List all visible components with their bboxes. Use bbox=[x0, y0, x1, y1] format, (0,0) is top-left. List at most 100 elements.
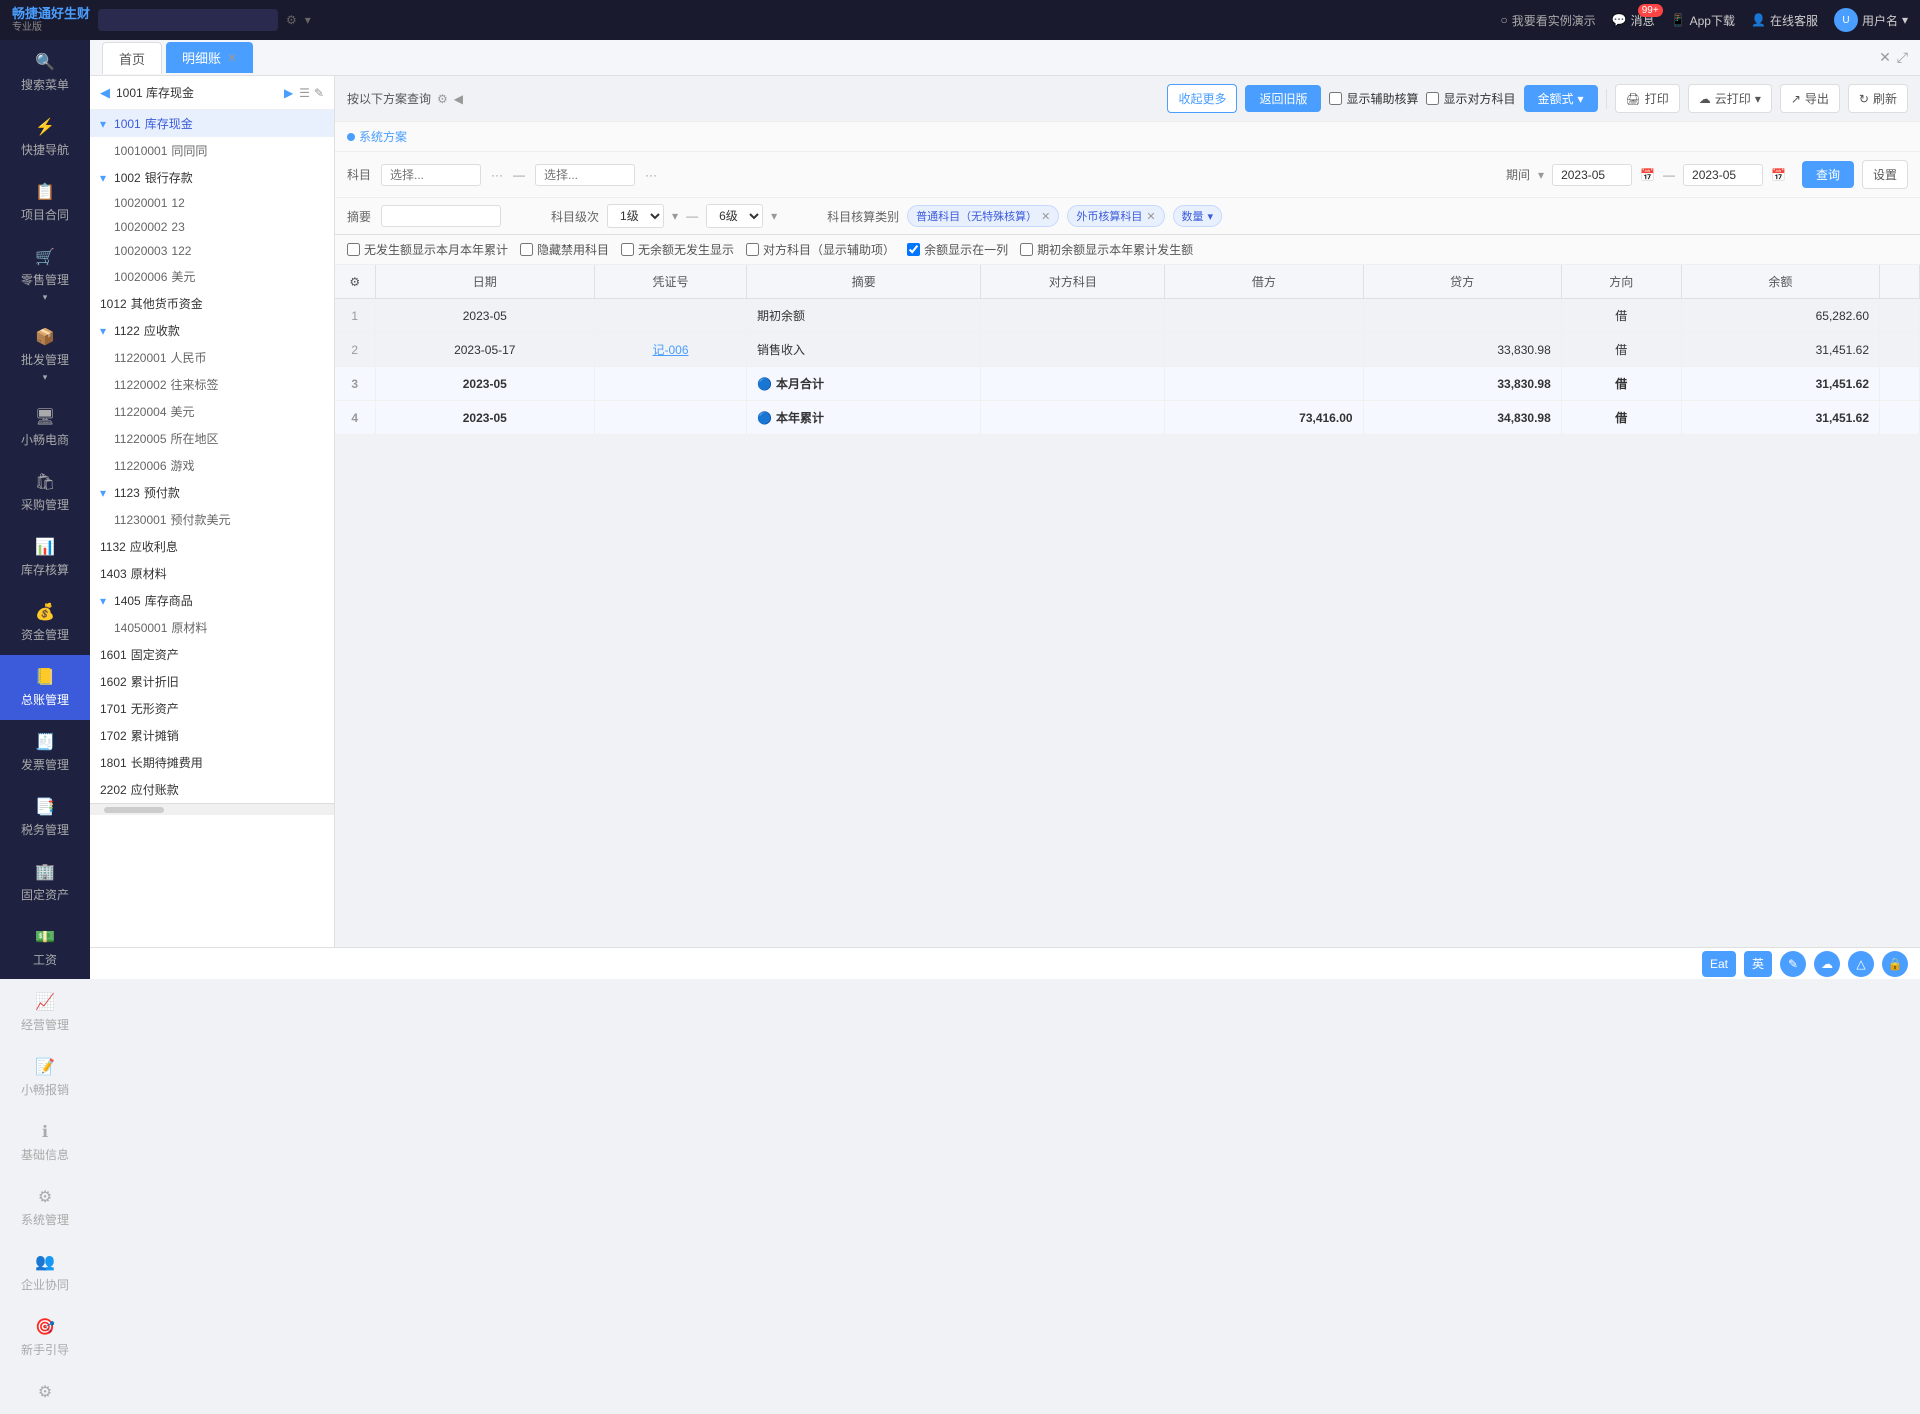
filter-left-icon[interactable]: ◀ bbox=[454, 92, 463, 106]
system-scheme-btn[interactable]: 系统方案 bbox=[347, 128, 407, 145]
check-no-balance[interactable]: 无发生额显示本月本年累计 bbox=[347, 241, 508, 258]
subject-input-start[interactable] bbox=[381, 164, 481, 186]
sidebar-item-settings[interactable]: ⚙ bbox=[0, 1370, 90, 1414]
period-cal-icon1[interactable]: 📅 bbox=[1640, 168, 1655, 182]
sidebar-item-salary[interactable]: 💵 工资 bbox=[0, 915, 90, 980]
sidebar-item-system[interactable]: ⚙ 系统管理 bbox=[0, 1175, 90, 1240]
period-end-input[interactable] bbox=[1683, 164, 1763, 186]
tree-node-11220004[interactable]: 11220004 美元 bbox=[90, 398, 334, 425]
sidebar-item-info[interactable]: ℹ 基础信息 bbox=[0, 1110, 90, 1175]
summary-input[interactable] bbox=[381, 205, 501, 227]
sidebar-item-inventory[interactable]: 📊 库存核算 bbox=[0, 525, 90, 590]
tree-edit-icon[interactable]: ✎ bbox=[314, 86, 324, 100]
type-tag3[interactable]: 数量 ▾ bbox=[1173, 205, 1223, 227]
tree-node-10020002[interactable]: 10020002 23 bbox=[90, 215, 334, 239]
tag1-close[interactable]: ✕ bbox=[1041, 210, 1050, 223]
settings-btn[interactable]: 设置 bbox=[1862, 160, 1908, 189]
message-action[interactable]: 💬 消息 99+ bbox=[1612, 12, 1655, 29]
level-to-select[interactable]: 6级 bbox=[706, 204, 763, 228]
tree-node-1701[interactable]: 1701 无形资产 bbox=[90, 695, 334, 722]
tab-home[interactable]: 首页 bbox=[102, 42, 162, 74]
tree-node-11220002[interactable]: 11220002 往来标签 bbox=[90, 371, 334, 398]
check-period-begin-input[interactable] bbox=[1020, 243, 1033, 256]
period-cal-icon2[interactable]: 📅 bbox=[1771, 168, 1786, 182]
sidebar-item-expense[interactable]: 📝 小畅报销 bbox=[0, 1045, 90, 1110]
cell-voucher-2[interactable]: 记-006 bbox=[595, 333, 747, 367]
sidebar-item-search[interactable]: 🔍 搜索菜单 bbox=[0, 40, 90, 105]
tree-node-11220005[interactable]: 11220005 所在地区 bbox=[90, 425, 334, 452]
tree-scrollbar-h[interactable] bbox=[90, 803, 334, 815]
period-dropdown-icon[interactable]: ▾ bbox=[1538, 168, 1544, 182]
tree-node-1702[interactable]: 1702 累计摊销 bbox=[90, 722, 334, 749]
show-aux-checkbox[interactable] bbox=[1329, 92, 1342, 105]
check-no-balance2[interactable]: 无余额无发生显示 bbox=[621, 241, 734, 258]
print-btn[interactable]: 🖨 打印 bbox=[1615, 84, 1680, 113]
tree-node-11220006[interactable]: 11220006 游戏 bbox=[90, 452, 334, 479]
top-search-input[interactable] bbox=[98, 9, 278, 31]
tree-node-2202[interactable]: 2202 应付账款 bbox=[90, 776, 334, 803]
online-service-action[interactable]: 👤 在线客服 bbox=[1751, 12, 1818, 29]
tree-node-11230001[interactable]: 11230001 预付款美元 bbox=[90, 506, 334, 533]
check-no-balance2-input[interactable] bbox=[621, 243, 634, 256]
check-show-balance-col-input[interactable] bbox=[907, 243, 920, 256]
tree-node-1012[interactable]: 1012 其他货币资金 bbox=[90, 290, 334, 317]
toggle-1123[interactable]: ▾ bbox=[100, 486, 106, 500]
sidebar-item-finance[interactable]: 💰 资金管理 bbox=[0, 590, 90, 655]
lang-btn[interactable]: 英 bbox=[1744, 951, 1772, 977]
type-tag1[interactable]: 普通科目（无特殊核算） ✕ bbox=[907, 205, 1059, 227]
user-area[interactable]: U 用户名 ▾ bbox=[1834, 8, 1908, 32]
tag2-close[interactable]: ✕ bbox=[1146, 210, 1155, 223]
tree-node-11220001[interactable]: 11220001 人民币 bbox=[90, 344, 334, 371]
export-btn[interactable]: ↗ 导出 bbox=[1780, 84, 1840, 113]
check-hide-disabled[interactable]: 隐藏禁用科目 bbox=[520, 241, 609, 258]
demo-link[interactable]: ○ 我要看实例演示 bbox=[1500, 12, 1595, 29]
toggle-1001[interactable]: ▾ bbox=[100, 117, 106, 131]
sidebar-item-guide[interactable]: 🎯 新手引导 bbox=[0, 1305, 90, 1370]
sidebar-item-tax[interactable]: 📑 税务管理 bbox=[0, 785, 90, 850]
tree-node-1001[interactable]: ▾ 1001 库存现金 bbox=[90, 110, 334, 137]
edit-icon-btn[interactable]: ✎ bbox=[1780, 951, 1806, 977]
account-nav-right[interactable]: ▶ bbox=[284, 86, 293, 100]
sidebar-item-project[interactable]: 📋 项目合同 bbox=[0, 170, 90, 235]
refresh-btn[interactable]: ↻ 刷新 bbox=[1848, 84, 1908, 113]
tree-list-icon[interactable]: ☰ bbox=[299, 86, 310, 100]
cloud-btn[interactable]: ☁ bbox=[1814, 951, 1840, 977]
tree-node-1132[interactable]: 1132 应收利息 bbox=[90, 533, 334, 560]
account-nav-left[interactable]: ◀ bbox=[100, 85, 110, 101]
level-from-select[interactable]: 1级 bbox=[607, 204, 664, 228]
tree-node-10010001[interactable]: 10010001 同同同 bbox=[90, 137, 334, 164]
filter-gear-icon[interactable]: ⚙ bbox=[437, 92, 448, 106]
back-old-btn[interactable]: 返回旧版 bbox=[1245, 85, 1321, 112]
tree-node-10020001[interactable]: 10020001 12 bbox=[90, 191, 334, 215]
sidebar-item-ecommerce[interactable]: 🖥 小畅电商 bbox=[0, 395, 90, 460]
tree-node-1601[interactable]: 1601 固定资产 bbox=[90, 641, 334, 668]
period-start-input[interactable] bbox=[1552, 164, 1632, 186]
tree-node-14050001[interactable]: 14050001 原材料 bbox=[90, 614, 334, 641]
subject-input-end[interactable] bbox=[535, 164, 635, 186]
lock-btn[interactable]: 🔒 bbox=[1882, 951, 1908, 977]
sidebar-item-retail[interactable]: 🛒 零售管理 ▾ bbox=[0, 235, 90, 315]
settings-gear[interactable]: ⚙ bbox=[286, 13, 297, 27]
sidebar-item-nav[interactable]: ⚡ 快捷导航 bbox=[0, 105, 90, 170]
col-settings[interactable]: ⚙ bbox=[335, 265, 375, 299]
query-btn[interactable]: 查询 bbox=[1802, 161, 1854, 188]
cloud-print-btn[interactable]: ☁ 云打印 ▾ bbox=[1688, 84, 1772, 113]
tab-detail-ledger[interactable]: 明细账 ✕ bbox=[166, 42, 253, 73]
toggle-1405[interactable]: ▾ bbox=[100, 594, 106, 608]
sidebar-item-wholesale[interactable]: 📦 批发管理 ▾ bbox=[0, 315, 90, 395]
check-show-opposite[interactable]: 对方科目（显示辅助项） bbox=[746, 241, 895, 258]
tree-node-10020006[interactable]: 10020006 美元 bbox=[90, 263, 334, 290]
sidebar-item-purchase[interactable]: 🛍 采购管理 bbox=[0, 460, 90, 525]
check-hide-disabled-input[interactable] bbox=[520, 243, 533, 256]
dropdown-arrow[interactable]: ▾ bbox=[305, 13, 311, 27]
tree-node-1002[interactable]: ▾ 1002 银行存款 bbox=[90, 164, 334, 191]
tab-bar-expand-btn[interactable]: ⤢ bbox=[1897, 49, 1908, 66]
warning-btn[interactable]: △ bbox=[1848, 951, 1874, 977]
amount-format-btn[interactable]: 金额式 ▾ bbox=[1524, 85, 1598, 112]
tab-close-icon[interactable]: ✕ bbox=[227, 51, 237, 65]
tree-node-1801[interactable]: 1801 长期待摊费用 bbox=[90, 749, 334, 776]
tab-bar-close-btn[interactable]: ✕ bbox=[1879, 49, 1891, 66]
sidebar-item-ledger[interactable]: 📒 总账管理 bbox=[0, 655, 90, 720]
tree-node-10020003[interactable]: 10020003 122 bbox=[90, 239, 334, 263]
tree-node-1403[interactable]: 1403 原材料 bbox=[90, 560, 334, 587]
